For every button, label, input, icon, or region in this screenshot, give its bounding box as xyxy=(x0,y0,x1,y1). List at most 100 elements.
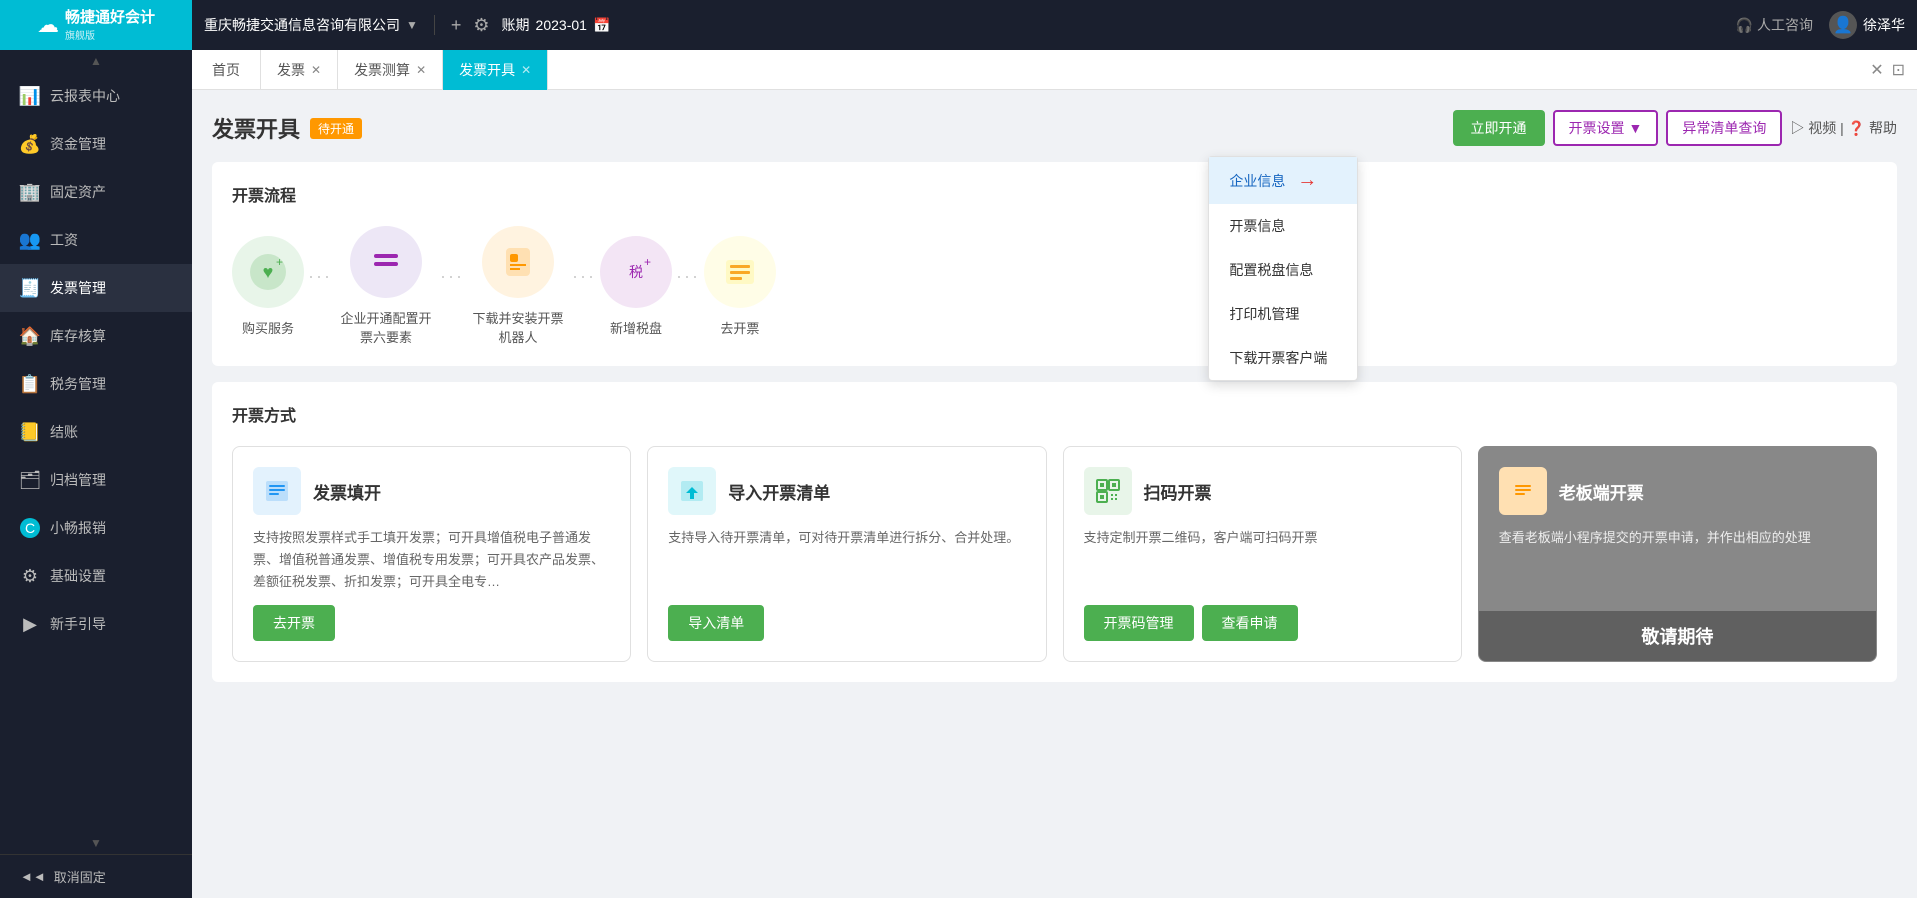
sidebar-item-zijin[interactable]: 💰 资金管理 xyxy=(0,120,192,168)
method-cards: 发票填开 支持按照发票样式手工填开发票；可开具增值税电子普通发票、增值税普通发票… xyxy=(232,446,1877,662)
page-content: 发票开具 待开通 立即开通 开票设置 ▼ xyxy=(192,90,1917,898)
dropdown-item-download[interactable]: 下载开票客户端 xyxy=(1209,336,1357,380)
tab-fapiaocesuan[interactable]: 发票测算 ✕ xyxy=(338,50,443,90)
company-chevron-icon: ▼ xyxy=(406,18,418,32)
page-title-area: 发票开具 待开通 xyxy=(212,112,362,144)
sidebar-collapse[interactable]: ◄◄ 取消固定 xyxy=(0,855,192,898)
method-btn-import[interactable]: 导入清单 xyxy=(668,605,764,641)
status-badge: 待开通 xyxy=(310,118,362,139)
user-info[interactable]: 👤 徐泽华 xyxy=(1829,11,1905,39)
dropdown-taxdisk-label: 配置税盘信息 xyxy=(1229,262,1313,278)
sidebar-label-shuiwu: 税务管理 xyxy=(50,374,106,394)
sidebar-item-xiaochang[interactable]: C 小畅报销 xyxy=(0,504,192,552)
sidebar-scroll-down[interactable]: ▼ xyxy=(0,832,192,854)
dropdown-printer-label: 打印机管理 xyxy=(1229,306,1299,322)
step-label-2: 企业开通配置开票六要素 xyxy=(336,308,436,346)
scan-buttons: 开票码管理 查看申请 xyxy=(1084,605,1441,641)
settings-button[interactable]: 开票设置 ▼ xyxy=(1553,110,1659,146)
flow-steps: ♥+ 购买服务 ··· 企业开通配置开票六要素 ··· xyxy=(232,226,1877,346)
service-button[interactable]: 🎧 人工咨询 xyxy=(1736,15,1813,35)
tab-close-button[interactable]: ✕ xyxy=(1870,60,1883,80)
xinshou-icon: ▶ xyxy=(20,614,40,634)
sidebar-label-xinshou: 新手引导 xyxy=(50,614,106,634)
method-icon-3 xyxy=(1084,467,1132,515)
help-label: 帮助 xyxy=(1869,120,1897,136)
sidebar-item-xinshou[interactable]: ▶ 新手引导 xyxy=(0,600,192,648)
method-btn-qrcode[interactable]: 开票码管理 xyxy=(1084,605,1194,641)
period-label: 账期 xyxy=(502,15,530,35)
sidebar-item-gudingzichan[interactable]: 🏢 固定资产 xyxy=(0,168,192,216)
flow-dots-4: ··· xyxy=(676,266,700,287)
method-card-boss: 老板端开票 查看老板端小程序提交的开票申请，并作出相应的处理 敬请期待 xyxy=(1478,446,1877,662)
sidebar-label-jiezhang: 结账 xyxy=(50,422,78,442)
tab-fapiaokaju-label: 发票开具 xyxy=(459,60,515,80)
sidebar-item-shuiwu[interactable]: 📋 税务管理 xyxy=(0,360,192,408)
activate-button[interactable]: 立即开通 xyxy=(1453,110,1545,146)
tab-fapiaokaju-close-icon[interactable]: ✕ xyxy=(521,63,531,77)
sidebar-label-fapiao: 发票管理 xyxy=(50,278,106,298)
dropdown-item-invoice-info[interactable]: 开票信息 xyxy=(1209,204,1357,248)
sidebar-scroll-up[interactable]: ▲ xyxy=(0,50,192,72)
sidebar-item-jichushezhi[interactable]: ⚙ 基础设置 xyxy=(0,552,192,600)
flow-step-1: ♥+ 购买服务 xyxy=(232,236,304,337)
sidebar-item-gongzi[interactable]: 👥 工资 xyxy=(0,216,192,264)
calendar-icon[interactable]: 📅 xyxy=(593,17,610,34)
settings-chevron-icon: ▼ xyxy=(1629,120,1643,136)
abnormal-button[interactable]: 异常清单查询 xyxy=(1666,110,1782,146)
svg-text:+: + xyxy=(644,255,651,269)
sidebar-label-zijin: 资金管理 xyxy=(50,134,106,154)
xiaochang-icon: C xyxy=(20,518,40,538)
tab-home-label: 首页 xyxy=(212,60,240,80)
tab-maximize-button[interactable]: ⊡ xyxy=(1892,60,1905,80)
dropdown-item-printer[interactable]: 打印机管理 xyxy=(1209,292,1357,336)
settings-button[interactable]: ⚙ xyxy=(473,15,489,36)
method-btn-apply[interactable]: 查看申请 xyxy=(1202,605,1298,641)
period-info: 账期 2023-01 📅 xyxy=(502,15,611,35)
dropdown-item-enterprise[interactable]: 企业信息 → xyxy=(1209,157,1357,204)
step-label-3: 下载并安装开票机器人 xyxy=(468,308,568,346)
boss-overlay: 敬请期待 xyxy=(1479,611,1876,661)
arrow-icon: → xyxy=(1297,169,1317,192)
sidebar-label-xiaochang: 小畅报销 xyxy=(50,518,106,538)
content-area: 首页 发票 ✕ 发票测算 ✕ 发票开具 ✕ ✕ ⊡ xyxy=(192,50,1917,898)
logo-area[interactable]: ☁ 畅捷通好会计 旗舰版 xyxy=(0,0,192,50)
company-name: 重庆畅捷交通信息咨询有限公司 xyxy=(204,15,400,35)
sidebar-label-kucun: 库存核算 xyxy=(50,326,106,346)
method-icon-1 xyxy=(253,467,301,515)
sidebar-item-fapiao[interactable]: 🧾 发票管理 xyxy=(0,264,192,312)
sidebar-item-kucun[interactable]: 🏠 库存核算 xyxy=(0,312,192,360)
method-title-2: 导入开票清单 xyxy=(728,479,830,504)
method-card-header-2: 导入开票清单 xyxy=(668,467,1025,515)
logo-text: 畅捷通好会计 旗舰版 xyxy=(65,9,155,42)
header-actions: 立即开通 开票设置 ▼ 企业信息 → xyxy=(1453,110,1898,146)
flow-step-2: 企业开通配置开票六要素 xyxy=(336,226,436,346)
divider-1 xyxy=(434,15,435,35)
sidebar-bottom: ◄◄ 取消固定 xyxy=(0,854,192,898)
step-icon-4: 税+ xyxy=(600,236,672,308)
tab-home[interactable]: 首页 xyxy=(192,50,261,90)
video-label: 视频 xyxy=(1808,120,1836,136)
tab-fapiao-close-icon[interactable]: ✕ xyxy=(311,63,321,77)
svg-text:♥: ♥ xyxy=(263,262,274,282)
invoice-methods-section: 开票方式 发票填开 支持按照发票样式手工填开发票；可开具增值税电子普通发票、增值… xyxy=(212,382,1897,682)
tab-window-controls: ✕ ⊡ xyxy=(1870,60,1917,80)
separator: | xyxy=(1840,120,1848,136)
dropdown-item-taxdisk[interactable]: 配置税盘信息 xyxy=(1209,248,1357,292)
tab-fapiaokaju[interactable]: 发票开具 ✕ xyxy=(443,50,548,90)
video-button[interactable]: ▷ 视频 | ❓ 帮助 xyxy=(1790,118,1897,138)
sidebar-item-guidang[interactable]: 🗂 归档管理 xyxy=(0,456,192,504)
collapse-label: 取消固定 xyxy=(54,867,106,886)
method-desc-2: 支持导入待开票清单，可对待开票清单进行拆分、合并处理。 xyxy=(668,527,1025,549)
method-icon-4 xyxy=(1499,467,1547,515)
method-btn-tiankain[interactable]: 去开票 xyxy=(253,605,335,641)
tab-fapiao[interactable]: 发票 ✕ xyxy=(261,50,338,90)
sidebar-item-yunbiao[interactable]: 📊 云报表中心 xyxy=(0,72,192,120)
company-selector[interactable]: 重庆畅捷交通信息咨询有限公司 ▼ xyxy=(204,15,418,35)
step-icon-2 xyxy=(350,226,422,298)
sidebar-item-jiezhang[interactable]: 📒 结账 xyxy=(0,408,192,456)
sidebar-label-gongzi: 工资 xyxy=(50,230,78,250)
method-card-header-1: 发票填开 xyxy=(253,467,610,515)
tab-fapiaocesuan-close-icon[interactable]: ✕ xyxy=(416,63,426,77)
add-button[interactable]: + xyxy=(451,15,462,36)
user-avatar: 👤 xyxy=(1829,11,1857,39)
